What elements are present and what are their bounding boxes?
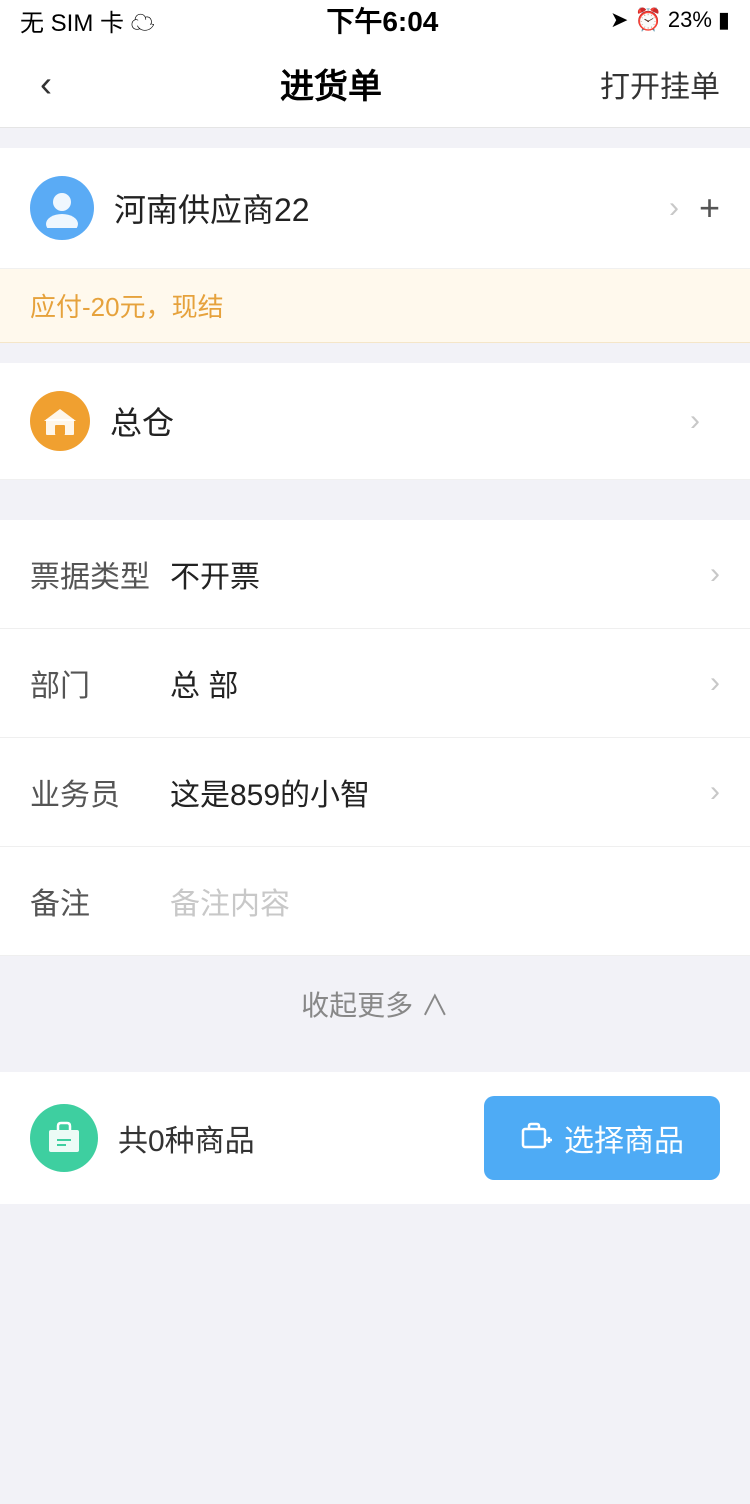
invoice-type-label: 票据类型 bbox=[30, 552, 170, 596]
status-left: 无 SIM 卡 ☁ bbox=[20, 3, 155, 38]
back-button[interactable]: ‹ bbox=[30, 53, 62, 115]
warehouse-row[interactable]: 总仓 › bbox=[0, 363, 750, 480]
select-product-label: 选择商品 bbox=[564, 1116, 684, 1160]
invoice-type-row[interactable]: 票据类型 不开票 › bbox=[0, 520, 750, 629]
supplier-name: 河南供应商22 bbox=[114, 185, 669, 231]
salesperson-chevron-icon: › bbox=[710, 775, 720, 809]
battery-icon: ▮ bbox=[718, 7, 730, 33]
notice-banner: 应付-20元，现结 bbox=[0, 269, 750, 343]
open-pending-button[interactable]: 打开挂单 bbox=[600, 62, 720, 106]
form-section: 票据类型 不开票 › 部门 总 部 › 业务员 这是859的小智 › 备注 备注… bbox=[0, 520, 750, 956]
remark-row[interactable]: 备注 备注内容 bbox=[0, 847, 750, 956]
select-product-button[interactable]: 选择商品 bbox=[484, 1096, 720, 1180]
department-row[interactable]: 部门 总 部 › bbox=[0, 629, 750, 738]
salesperson-row[interactable]: 业务员 这是859的小智 › bbox=[0, 738, 750, 847]
status-time: 下午6:04 bbox=[326, 0, 438, 40]
remark-input[interactable]: 备注内容 bbox=[170, 879, 720, 923]
remark-label: 备注 bbox=[30, 879, 170, 923]
select-product-icon bbox=[520, 1122, 552, 1154]
alarm-icon: ⏰ bbox=[634, 7, 661, 33]
person-icon bbox=[42, 188, 82, 228]
nav-bar: ‹ 进货单 打开挂单 bbox=[0, 40, 750, 128]
product-icon-wrap bbox=[30, 1104, 98, 1172]
warehouse-icon bbox=[30, 391, 90, 451]
department-label: 部门 bbox=[30, 661, 170, 705]
invoice-type-value: 不开票 bbox=[170, 552, 710, 596]
status-right: ➤ ⏰ 23% ▮ bbox=[610, 7, 730, 33]
bottom-section: 共0种商品 选择商品 bbox=[0, 1072, 750, 1204]
divider-2 bbox=[0, 480, 750, 500]
status-bar: 无 SIM 卡 ☁ 下午6:04 ➤ ⏰ 23% ▮ bbox=[0, 0, 750, 40]
top-divider bbox=[0, 128, 750, 148]
warehouse-building-icon bbox=[42, 403, 78, 439]
page-background bbox=[0, 1204, 750, 1504]
supplier-avatar bbox=[30, 176, 94, 240]
warehouse-chevron-icon: › bbox=[690, 404, 700, 438]
supplier-chevron-icon: › bbox=[669, 191, 679, 225]
salesperson-value: 这是859的小智 bbox=[170, 770, 710, 814]
add-supplier-button[interactable]: + bbox=[699, 187, 720, 229]
sim-status: 无 SIM 卡 ☁ bbox=[20, 3, 155, 38]
product-icon bbox=[44, 1118, 84, 1158]
supplier-section: 河南供应商22 › + 应付-20元，现结 bbox=[0, 148, 750, 343]
product-count: 共0种商品 bbox=[118, 1116, 464, 1160]
department-value: 总 部 bbox=[170, 661, 710, 705]
invoice-type-chevron-icon: › bbox=[710, 557, 720, 591]
warehouse-name: 总仓 bbox=[110, 398, 690, 444]
divider-1 bbox=[0, 343, 750, 363]
supplier-row[interactable]: 河南供应商22 › + bbox=[0, 148, 750, 269]
department-chevron-icon: › bbox=[710, 666, 720, 700]
warehouse-section: 总仓 › bbox=[0, 363, 750, 480]
collapse-button[interactable]: 收起更多 ∧ bbox=[0, 956, 750, 1052]
salesperson-label: 业务员 bbox=[30, 770, 170, 814]
page-title: 进货单 bbox=[280, 59, 382, 108]
location-icon: ➤ bbox=[610, 7, 628, 33]
battery-level: 23% bbox=[668, 7, 712, 33]
